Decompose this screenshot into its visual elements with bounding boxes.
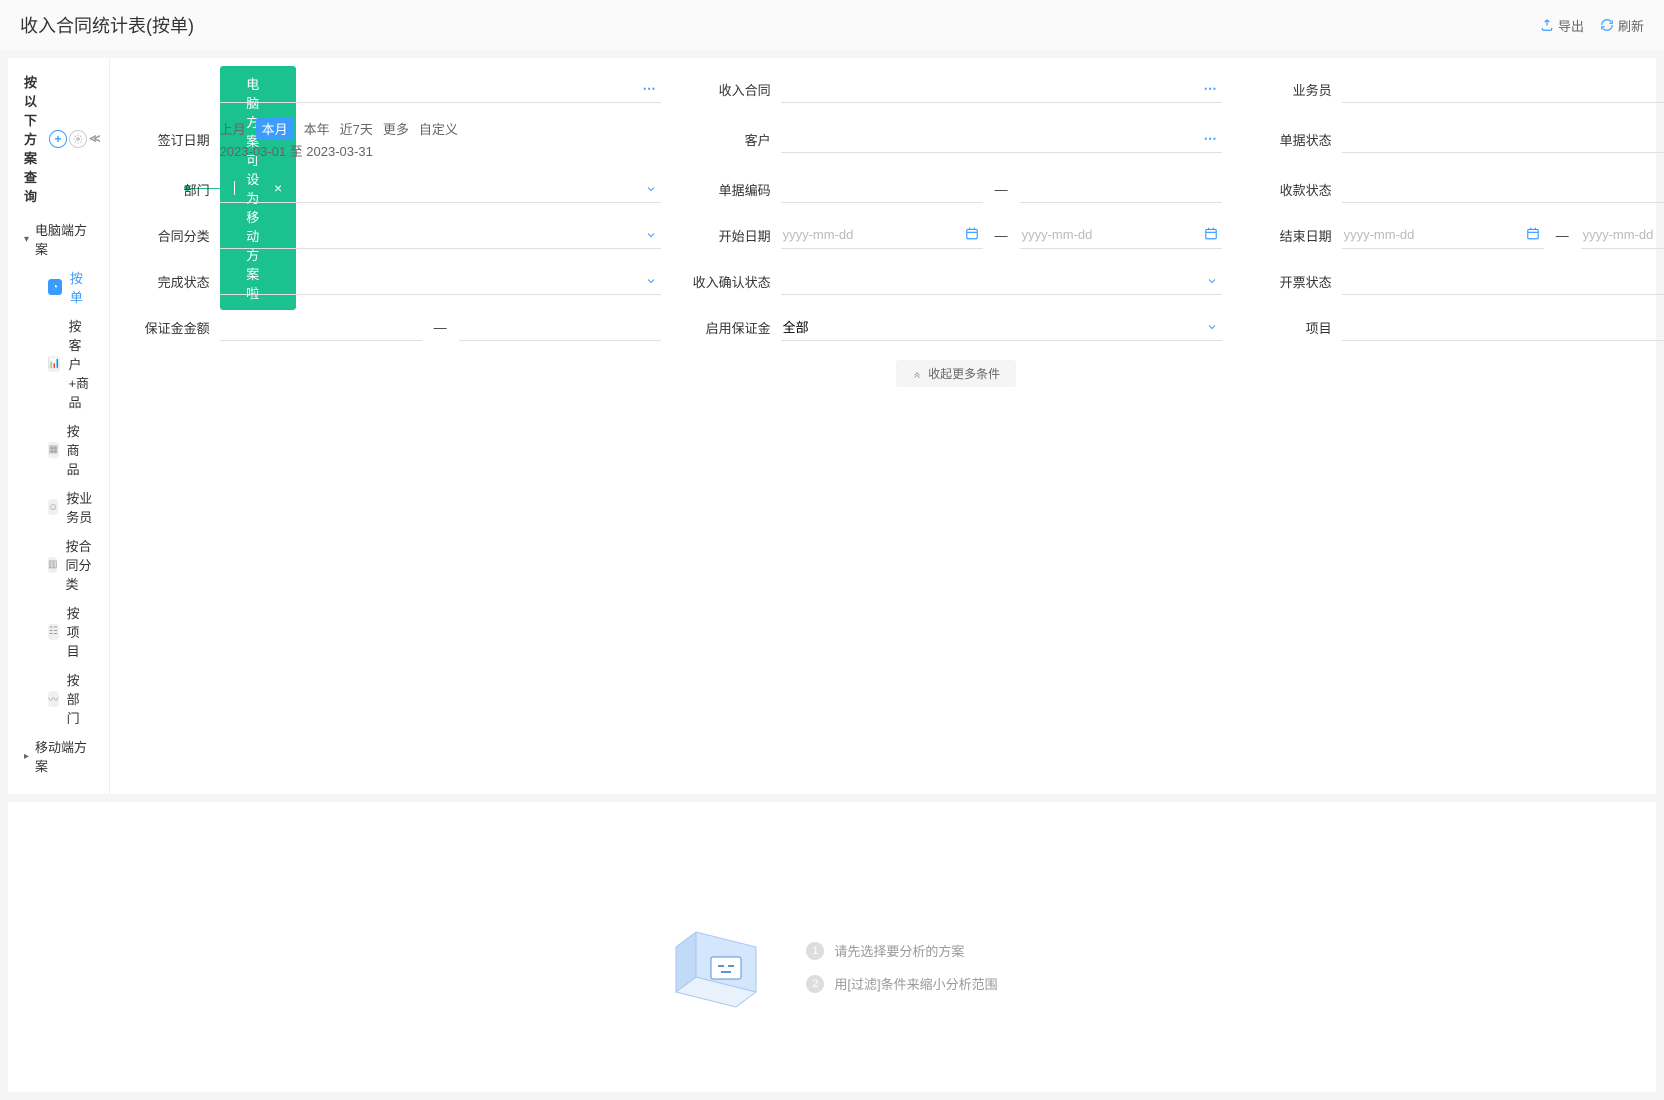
- sidebar-item-by-customer-product[interactable]: 📊 按客户+商品: [16, 311, 101, 416]
- sidebar-item-by-order[interactable]: ◔ 按单: [16, 263, 101, 311]
- collapse-sidebar-button[interactable]: ≪: [89, 132, 101, 145]
- filter-start-date: 开始日期 —: [691, 218, 1222, 252]
- receipt-status-select[interactable]: [1342, 175, 1664, 203]
- step-number-2: 2: [806, 975, 824, 993]
- filter-blank-1: ⋯: [130, 72, 661, 106]
- calendar-icon[interactable]: [1526, 227, 1540, 244]
- person-icon: ☺: [48, 499, 58, 515]
- gear-icon: [73, 134, 83, 144]
- sidebar: 按以下方案查询 + ≪ ▾ 电脑端方案 ◔ 按单 📊 按客户+商品 ▦ 按商品: [8, 58, 110, 794]
- income-contract-input[interactable]: [781, 75, 1222, 103]
- filter-salesperson: 业务员 ⋯: [1252, 72, 1664, 106]
- filter-invoice-status: 开票状态: [1252, 264, 1664, 298]
- page-title: 收入合同统计表(按单): [20, 12, 194, 38]
- calendar-icon[interactable]: [965, 227, 979, 244]
- collapse-filters-button[interactable]: 收起更多条件: [896, 360, 1016, 387]
- caret-down-icon: ▾: [24, 234, 29, 245]
- sidebar-item-by-salesperson[interactable]: ☺ 按业务员: [16, 483, 101, 531]
- filter-deposit: 保证金金额 —: [130, 310, 661, 344]
- empty-step-1: 1 请先选择要分析的方案: [806, 941, 997, 960]
- customer-input[interactable]: [781, 125, 1222, 153]
- trend-icon: 〰: [48, 691, 59, 707]
- filter-area: ⋯ 收入合同 ⋯ 业务员 ⋯ 签订日期: [110, 58, 1664, 794]
- bill-no-from-input[interactable]: [781, 175, 983, 203]
- add-scheme-button[interactable]: +: [49, 130, 67, 148]
- sidebar-group-mobile[interactable]: ▸ 移动端方案: [16, 732, 101, 780]
- income-confirm-select[interactable]: [781, 267, 1222, 295]
- more-icon[interactable]: ⋯: [1204, 81, 1218, 97]
- chevron-down-icon[interactable]: [1206, 321, 1218, 333]
- export-button[interactable]: 导出: [1540, 16, 1584, 35]
- date-tab-custom[interactable]: 自定义: [419, 119, 458, 138]
- salesperson-input[interactable]: [1342, 75, 1664, 103]
- refresh-icon: [1600, 18, 1614, 32]
- deposit-from-input[interactable]: [220, 313, 422, 341]
- sidebar-header: 按以下方案查询 + ≪: [16, 72, 101, 205]
- export-icon: [1540, 18, 1554, 32]
- clock-icon: ◔: [48, 279, 62, 295]
- filter-sign-date: 签订日期 上月 本月 本年 近7天 更多 自定义 2023-03-01 至 20…: [130, 118, 661, 160]
- department-select[interactable]: [220, 175, 661, 203]
- filter-department: 部门: [130, 172, 661, 206]
- deposit-to-input[interactable]: [459, 313, 661, 341]
- bill-no-to-input[interactable]: [1020, 175, 1222, 203]
- chevron-down-icon[interactable]: [645, 275, 657, 287]
- date-range-text: 2023-03-01 至 2023-03-31: [220, 141, 373, 160]
- refresh-button[interactable]: 刷新: [1600, 16, 1644, 35]
- complete-status-select[interactable]: [220, 267, 661, 295]
- start-date-to-input[interactable]: [1020, 221, 1222, 249]
- date-tab-this-year[interactable]: 本年: [304, 119, 330, 138]
- filter-input-1[interactable]: [220, 75, 661, 103]
- chart-icon: 📊: [48, 356, 60, 372]
- date-tab-more[interactable]: 更多: [383, 119, 409, 138]
- caret-right-icon: ▸: [24, 751, 29, 762]
- filter-receipt-status: 收款状态: [1252, 172, 1664, 206]
- bill-status-select[interactable]: [1342, 125, 1664, 153]
- filter-complete-status: 完成状态: [130, 264, 661, 298]
- sidebar-item-by-contract-category[interactable]: ▥ 按合同分类: [16, 531, 101, 598]
- filter-bill-no: 单据编码 —: [691, 172, 1222, 206]
- filter-income-confirm: 收入确认状态: [691, 264, 1222, 298]
- list-icon: ☷: [48, 624, 59, 640]
- sidebar-group-desktop[interactable]: ▾ 电脑端方案: [16, 215, 101, 263]
- filter-project: 项目 ⋯: [1252, 310, 1664, 344]
- main-panel: 按以下方案查询 + ≪ ▾ 电脑端方案 ◔ 按单 📊 按客户+商品 ▦ 按商品: [8, 58, 1656, 794]
- sidebar-item-by-product[interactable]: ▦ 按商品: [16, 416, 101, 483]
- date-tab-7days[interactable]: 近7天: [340, 119, 373, 138]
- filter-income-contract: 收入合同 ⋯: [691, 72, 1222, 106]
- step-number-1: 1: [806, 942, 824, 960]
- empty-state: 1 请先选择要分析的方案 2 用[过滤]条件来缩小分析范围: [8, 802, 1656, 1092]
- grid-icon: ▦: [48, 442, 59, 458]
- contract-category-select[interactable]: [220, 221, 661, 249]
- chevron-down-icon[interactable]: [645, 229, 657, 241]
- chevron-down-icon[interactable]: [645, 183, 657, 195]
- filter-contract-category: 合同分类: [130, 218, 661, 252]
- filter-bill-status: 单据状态: [1252, 118, 1664, 160]
- sidebar-item-by-project[interactable]: ☷ 按项目: [16, 598, 101, 665]
- date-tab-this-month[interactable]: 本月: [256, 118, 294, 139]
- scheme-settings-button[interactable]: [69, 130, 87, 148]
- invoice-status-select[interactable]: [1342, 267, 1664, 295]
- bars-icon: ▥: [48, 557, 57, 573]
- page-header: 收入合同统计表(按单) 导出 刷新: [0, 0, 1664, 50]
- collapse-filters-bar: 收起更多条件: [130, 360, 1664, 387]
- project-input[interactable]: [1342, 313, 1664, 341]
- filter-customer: 客户 ⋯: [691, 118, 1222, 160]
- chevron-up-double-icon: [912, 369, 922, 379]
- header-actions: 导出 刷新: [1540, 16, 1644, 35]
- enable-deposit-select[interactable]: [781, 313, 1222, 341]
- filter-end-date: 结束日期 —: [1252, 218, 1664, 252]
- end-date-from-input[interactable]: [1342, 221, 1544, 249]
- calendar-icon[interactable]: [1204, 227, 1218, 244]
- chevron-down-icon[interactable]: [1206, 275, 1218, 287]
- start-date-from-input[interactable]: [781, 221, 983, 249]
- more-icon[interactable]: ⋯: [643, 81, 657, 97]
- empty-step-2: 2 用[过滤]条件来缩小分析范围: [806, 974, 997, 993]
- more-icon[interactable]: ⋯: [1204, 131, 1218, 147]
- empty-illustration: [666, 922, 776, 1012]
- sidebar-item-by-department[interactable]: 〰 按部门: [16, 665, 101, 732]
- end-date-to-input[interactable]: [1581, 221, 1664, 249]
- date-tab-last-month[interactable]: 上月: [220, 119, 246, 138]
- filter-enable-deposit: 启用保证金: [691, 310, 1222, 344]
